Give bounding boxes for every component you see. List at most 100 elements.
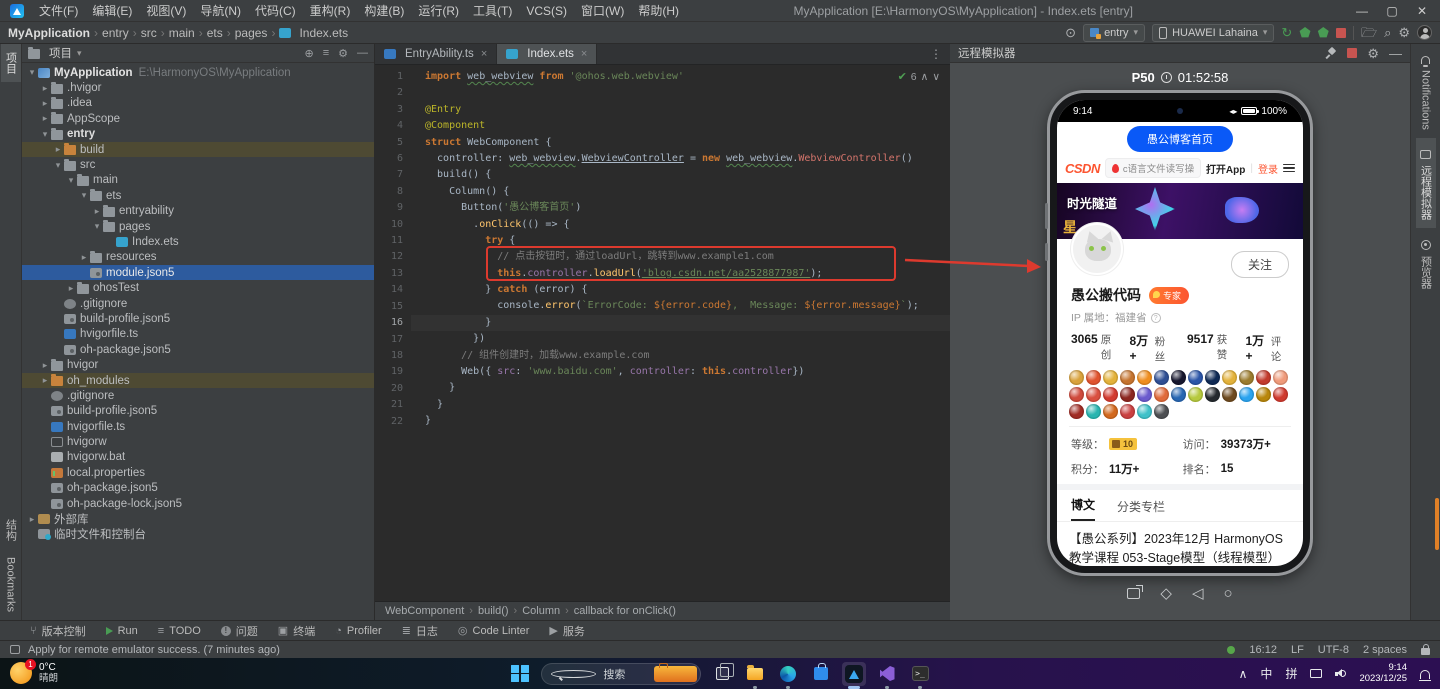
tree-arrow-icon[interactable]: ▾ [91, 221, 103, 232]
locate-file-icon[interactable]: ⊕ [304, 47, 313, 60]
tree-arrow-icon[interactable]: ▸ [39, 113, 51, 124]
project-panel-title[interactable]: 项目 ▾ [28, 45, 82, 61]
speaker-icon[interactable] [1335, 669, 1347, 678]
code-editor[interactable]: 1 2 3 4 5 6 7 8 9 10 11 12 13 14 15 16 17 18 19 20 21 22 impo… [375, 65, 950, 601]
tree-row[interactable]: .gitignore [22, 388, 374, 403]
tree-row[interactable]: ▸ .idea [22, 96, 374, 111]
open-app-link[interactable]: 打开App [1206, 161, 1245, 176]
profile-stat[interactable]: 9517 获赞 [1187, 332, 1231, 364]
avatar[interactable] [1071, 223, 1123, 275]
editor-breadcrumb-item[interactable]: Column [522, 605, 560, 617]
tree-arrow-icon[interactable]: ▸ [52, 144, 64, 155]
tree-arrow-icon[interactable]: ▾ [39, 129, 51, 140]
tree-arrow-icon[interactable]: ▸ [39, 83, 51, 94]
tree-row[interactable]: ▾ MyApplication E:\HarmonyOS\MyApplication [22, 65, 374, 80]
file-explorer-button[interactable] [743, 662, 767, 689]
tree-row[interactable]: hvigorw.bat [22, 450, 374, 465]
csdn-logo[interactable]: CSDN [1065, 161, 1100, 176]
close-icon[interactable]: × [581, 48, 587, 60]
panel-settings-icon[interactable]: ⚙ [338, 47, 348, 60]
menu-item[interactable]: 代码(C) [248, 0, 303, 22]
task-view-button[interactable] [710, 662, 734, 686]
sidebar-tab-notifications[interactable]: Notifications [1418, 44, 1434, 138]
close-button[interactable]: ✕ [1408, 1, 1436, 21]
breadcrumb-item[interactable]: Index.ets [299, 26, 348, 40]
tree-arrow-icon[interactable]: ▾ [52, 160, 64, 171]
login-link[interactable]: 登录 [1258, 161, 1278, 176]
profile-stat[interactable]: 8万+ 粉丝 [1129, 332, 1173, 364]
tree-row[interactable]: ▸ hvigor [22, 357, 374, 372]
tree-row[interactable]: build-profile.json5 [22, 404, 374, 419]
tree-row[interactable]: oh-package.json5 [22, 481, 374, 496]
start-button[interactable] [508, 662, 532, 686]
blog-home-button[interactable]: 愚公博客首页 [1127, 126, 1233, 152]
emulator-hide-icon[interactable]: — [1389, 47, 1402, 60]
event-log-icon[interactable] [10, 645, 20, 654]
emulator-settings-icon[interactable]: ⚙ [1367, 47, 1379, 60]
back-icon[interactable]: ◁ [1192, 584, 1204, 602]
collapse-all-icon[interactable]: ≡ [323, 47, 329, 60]
deveco-studio-button[interactable] [842, 661, 866, 689]
toolwindow-profiler[interactable]: ◔ Profiler [335, 625, 382, 637]
tree-arrow-icon[interactable]: ▾ [65, 175, 77, 186]
taskbar-weather-widget[interactable]: 1 0°C 晴朗 [10, 659, 58, 685]
menu-item[interactable]: 窗口(W) [574, 0, 631, 22]
module-selector[interactable]: entry ▾ [1083, 23, 1146, 42]
taskbar-clock[interactable]: 9:14 2023/12/25 [1359, 662, 1407, 685]
tree-row[interactable]: ▾ main [22, 173, 374, 188]
tree-row[interactable]: ▸ 外部库 [22, 511, 374, 527]
menu-item[interactable]: 编辑(E) [85, 0, 139, 22]
tree-row[interactable]: build-profile.json5 [22, 311, 374, 326]
tree-row[interactable]: ▾ src [22, 157, 374, 172]
stop-button[interactable] [1335, 27, 1346, 38]
toolwindow-terminal[interactable]: ▣ 终端 [278, 623, 315, 639]
taskbar-search[interactable]: 搜索 [541, 662, 701, 685]
encoding-indicator[interactable]: UTF-8 [1318, 644, 1349, 656]
tree-arrow-icon[interactable]: ▾ [26, 67, 38, 78]
device-file-browser-icon[interactable]: 🗁 [1361, 26, 1377, 39]
tree-row[interactable]: hvigorw [22, 434, 374, 449]
toolwindow-run[interactable]: Run [105, 625, 138, 637]
maximize-button[interactable]: ▢ [1378, 1, 1406, 21]
tab-options-icon[interactable]: ⋮ [922, 47, 950, 61]
profile-stat[interactable]: 1万+ 评论 [1245, 332, 1289, 364]
tree-arrow-icon[interactable]: ▸ [91, 206, 103, 217]
tree-row[interactable]: ▸ ohosTest [22, 280, 374, 295]
diamond-icon[interactable]: ◇ [1160, 584, 1172, 602]
tree-row[interactable]: ▸ resources [22, 250, 374, 265]
menu-item[interactable]: 导航(N) [193, 0, 248, 22]
tree-arrow-icon[interactable]: ▸ [26, 514, 38, 525]
visual-studio-button[interactable] [875, 662, 899, 689]
article-title[interactable]: 【愚公系列】2023年12月 HarmonyOS教学课程 053-Stage模型… [1057, 522, 1303, 567]
rotate-icon[interactable] [1127, 584, 1144, 599]
prev-problem-icon[interactable]: ∧ [921, 71, 929, 83]
scrollbar-thumb[interactable] [1435, 498, 1439, 550]
terminal-button[interactable]: >_ [908, 662, 932, 689]
tree-arrow-icon[interactable]: ▸ [65, 283, 77, 294]
pin-icon[interactable] [1325, 47, 1337, 59]
inspection-widget[interactable]: ✔ 6 ∧ ∨ [898, 70, 940, 84]
indent-indicator[interactable]: 2 spaces [1363, 644, 1407, 656]
device-selector[interactable]: HUAWEI Lahaina ▾ [1152, 23, 1275, 42]
breadcrumb-item[interactable]: MyApplication [8, 26, 90, 40]
locate-icon[interactable]: ⊙ [1065, 26, 1076, 39]
tree-row[interactable]: ▸ build [22, 141, 374, 158]
attach-debugger-button[interactable]: ⬟ [1318, 26, 1329, 39]
profile-stat[interactable]: 3065 原创 [1071, 332, 1115, 364]
toolwindow-lint[interactable]: ◎ Code Linter [458, 624, 529, 638]
breadcrumb-item[interactable]: pages [235, 26, 268, 40]
hide-panel-icon[interactable]: — [357, 47, 368, 60]
minimize-button[interactable]: — [1348, 1, 1376, 21]
tree-row[interactable]: ▸ AppScope [22, 111, 374, 126]
status-message[interactable]: Apply for remote emulator success. (7 mi… [28, 644, 280, 656]
sidebar-tab-previewer[interactable]: 预览器 [1416, 228, 1436, 297]
sidebar-tab-remote-emulator[interactable]: 远程模拟器 [1415, 137, 1436, 228]
hamburger-menu-icon[interactable] [1283, 162, 1295, 175]
tree-row[interactable]: oh-package.json5 [22, 342, 374, 357]
breadcrumb-item[interactable]: entry [102, 26, 129, 40]
ime-mode-indicator[interactable]: 中 [1260, 665, 1272, 682]
csdn-search-box[interactable]: c语言文件读写操作代码 [1104, 158, 1201, 178]
toolwindow-log[interactable]: ≣ 日志 [402, 623, 438, 639]
sidebar-tab-bookmarks[interactable]: Bookmarks [3, 549, 19, 620]
next-problem-icon[interactable]: ∨ [932, 71, 940, 83]
